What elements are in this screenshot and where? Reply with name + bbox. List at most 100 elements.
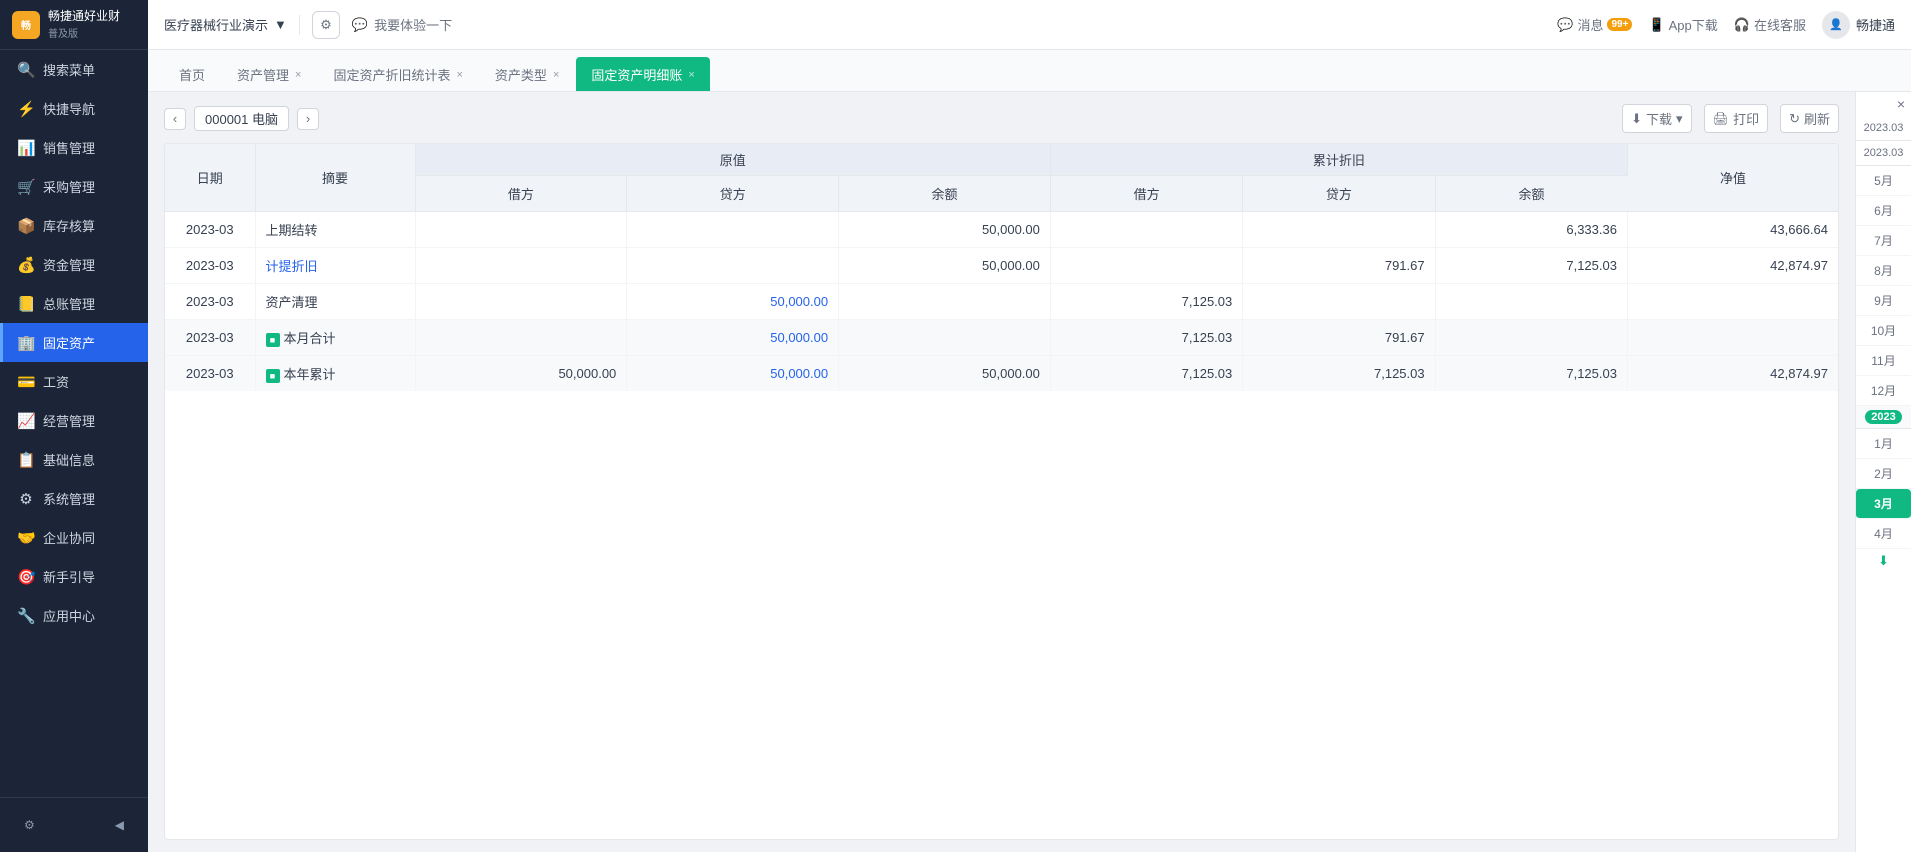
tab-close-icon[interactable]: × (295, 69, 301, 81)
sidebar-item-label: 资金管理 (43, 255, 95, 274)
sidebar-item-system[interactable]: ⚙ 系统管理 (0, 479, 148, 518)
panel-header1[interactable]: 2023.03 (1856, 116, 1911, 141)
panel-header2[interactable]: 2023.03 (1856, 141, 1911, 166)
sidebar-collapse-btn[interactable]: ◀ (101, 810, 138, 840)
sidebar-item-salary[interactable]: 💳 工资 (0, 362, 148, 401)
sidebar-bottom: ⚙ ◀ (0, 797, 148, 852)
table-row: 2023-03 资产清理 50,000.00 7,125.03 (165, 284, 1838, 320)
tab-depreciation-stat[interactable]: 固定资产折旧统计表 × (318, 57, 477, 91)
tab-close-icon[interactable]: × (553, 69, 559, 81)
experience-btn[interactable]: 💬 我要体验一下 (352, 15, 452, 34)
sidebar-item-fixed-assets[interactable]: 🏢 固定资产 (0, 323, 148, 362)
month-item[interactable]: 3月 (1856, 489, 1911, 519)
download-btn[interactable]: ⬇ 下载 ▾ (1622, 104, 1691, 133)
main-content: ‹ 000001 电脑 › ⬇ 下载 ▾ 🖨 打印 (148, 92, 1855, 852)
sidebar-item-label: 库存核算 (43, 216, 95, 235)
month-item[interactable]: 5月 (1856, 166, 1911, 196)
guide-icon: 🎯 (17, 568, 35, 586)
refresh-icon: ↻ (1789, 111, 1800, 127)
sidebar-item-label: 新手引导 (43, 567, 95, 586)
sidebar-item-label: 企业协同 (43, 528, 95, 547)
ledger-icon: 📒 (17, 295, 35, 313)
service-btn[interactable]: 🎧 在线客服 (1734, 15, 1806, 34)
refresh-btn[interactable]: ↻ 刷新 (1780, 104, 1839, 133)
cell-accum-debit: 7,125.03 (1050, 284, 1242, 320)
cell-orig-credit: 50,000.00 (627, 320, 839, 356)
sidebar-item-purchase[interactable]: 🛒 采购管理 (0, 167, 148, 206)
month-item[interactable]: 2月 (1856, 459, 1911, 489)
message-btn[interactable]: 💬 消息 99+ (1557, 15, 1632, 34)
main-area: 医疗器械行业演示 ▼ ⚙ 💬 我要体验一下 💬 消息 99+ 📱 App下载 🎧… (148, 0, 1911, 852)
tab-home[interactable]: 首页 (164, 57, 220, 91)
asset-prev-btn[interactable]: ‹ (164, 108, 186, 130)
month-item[interactable]: 7月 (1856, 226, 1911, 256)
cell-orig-debit (415, 320, 627, 356)
cell-accum-credit: 791.67 (1243, 320, 1435, 356)
tab-close-icon[interactable]: × (688, 69, 694, 81)
cell-net (1627, 284, 1838, 320)
month-item[interactable]: 10月 (1856, 316, 1911, 346)
month-item[interactable]: 8月 (1856, 256, 1911, 286)
sidebar-item-inventory[interactable]: 📦 库存核算 (0, 206, 148, 245)
year-badge-2023: 2023 (1856, 406, 1911, 429)
sidebar-item-fund[interactable]: 💰 资金管理 (0, 245, 148, 284)
panel-nav-down[interactable]: ⬇ (1856, 549, 1911, 573)
download-btn[interactable]: 📱 App下载 (1648, 15, 1717, 34)
cell-accum-balance (1435, 284, 1627, 320)
cell-date: 2023-03 (165, 320, 255, 356)
month-item[interactable]: 1月 (1856, 429, 1911, 459)
sidebar-settings-btn[interactable]: ⚙ (10, 810, 49, 840)
cell-accum-credit: 7,125.03 (1243, 356, 1435, 392)
sidebar-item-app-center[interactable]: 🔧 应用中心 (0, 596, 148, 635)
sidebar-item-guide[interactable]: 🎯 新手引导 (0, 557, 148, 596)
table-row: 2023-03 计提折旧 50,000.00 791.67 7,125.03 4… (165, 248, 1838, 284)
topbar: 医疗器械行业演示 ▼ ⚙ 💬 我要体验一下 💬 消息 99+ 📱 App下载 🎧… (148, 0, 1911, 50)
sidebar-item-label: 搜索菜单 (43, 60, 95, 79)
month-item[interactable]: 6月 (1856, 196, 1911, 226)
table-row: 2023-03 ■本年累计 50,000.00 50,000.00 50,000… (165, 356, 1838, 392)
sidebar-item-quick-nav[interactable]: ⚡ 快捷导航 (0, 89, 148, 128)
month-item[interactable]: 11月 (1856, 346, 1911, 376)
experience-label: 我要体验一下 (374, 15, 452, 34)
basic-info-icon: 📋 (17, 451, 35, 469)
sidebar-item-label: 经营管理 (43, 411, 95, 430)
content-area: ‹ 000001 电脑 › ⬇ 下载 ▾ 🖨 打印 (148, 92, 1911, 852)
download-label: 下载 (1646, 109, 1672, 128)
topbar-settings-btn[interactable]: ⚙ (312, 11, 340, 39)
cell-orig-balance (839, 284, 1051, 320)
month-item[interactable]: 4月 (1856, 519, 1911, 549)
tab-asset-detail[interactable]: 固定资产明细账 × (576, 57, 709, 91)
asset-next-btn[interactable]: › (297, 108, 319, 130)
user-menu[interactable]: 👤 畅捷通 (1822, 11, 1895, 39)
sidebar-item-label: 采购管理 (43, 177, 95, 196)
message-label: 消息 (1577, 15, 1603, 34)
cell-date: 2023-03 (165, 248, 255, 284)
sidebar-item-cooperation[interactable]: 🤝 企业协同 (0, 518, 148, 557)
cell-date: 2023-03 (165, 212, 255, 248)
tab-asset-mgmt[interactable]: 资产管理 × (222, 57, 316, 91)
sidebar-item-search[interactable]: 🔍 搜索菜单 (0, 50, 148, 89)
cell-accum-debit (1050, 212, 1242, 248)
company-selector[interactable]: 医疗器械行业演示 ▼ (164, 15, 287, 34)
sidebar-item-ledger[interactable]: 📒 总账管理 (0, 284, 148, 323)
chevron-right-icon: › (306, 111, 310, 126)
sidebar-item-label: 应用中心 (43, 606, 95, 625)
tab-label: 资产类型 (495, 65, 547, 84)
topbar-divider (299, 15, 300, 35)
tab-asset-type[interactable]: 资产类型 × (480, 57, 574, 91)
sidebar-item-sales[interactable]: 📊 销售管理 (0, 128, 148, 167)
panel-close-btn[interactable]: × (1856, 92, 1911, 116)
chevron-down-icon: ▼ (274, 17, 287, 32)
col-accum-debit: 借方 (1050, 176, 1242, 212)
sidebar-item-operations[interactable]: 📈 经营管理 (0, 401, 148, 440)
month-item[interactable]: 12月 (1856, 376, 1911, 406)
col-accum-group: 累计折旧 (1050, 144, 1627, 176)
sidebar-item-basic-info[interactable]: 📋 基础信息 (0, 440, 148, 479)
col-date: 日期 (165, 144, 255, 212)
inventory-icon: 📦 (17, 217, 35, 235)
month-item[interactable]: 9月 (1856, 286, 1911, 316)
right-panel: × 2023.03 2023.03 5月6月7月8月9月10月11月12月 20… (1855, 92, 1911, 852)
message-icon: 💬 (1557, 17, 1573, 33)
print-btn[interactable]: 🖨 打印 (1704, 104, 1769, 133)
tab-close-icon[interactable]: × (456, 69, 462, 81)
